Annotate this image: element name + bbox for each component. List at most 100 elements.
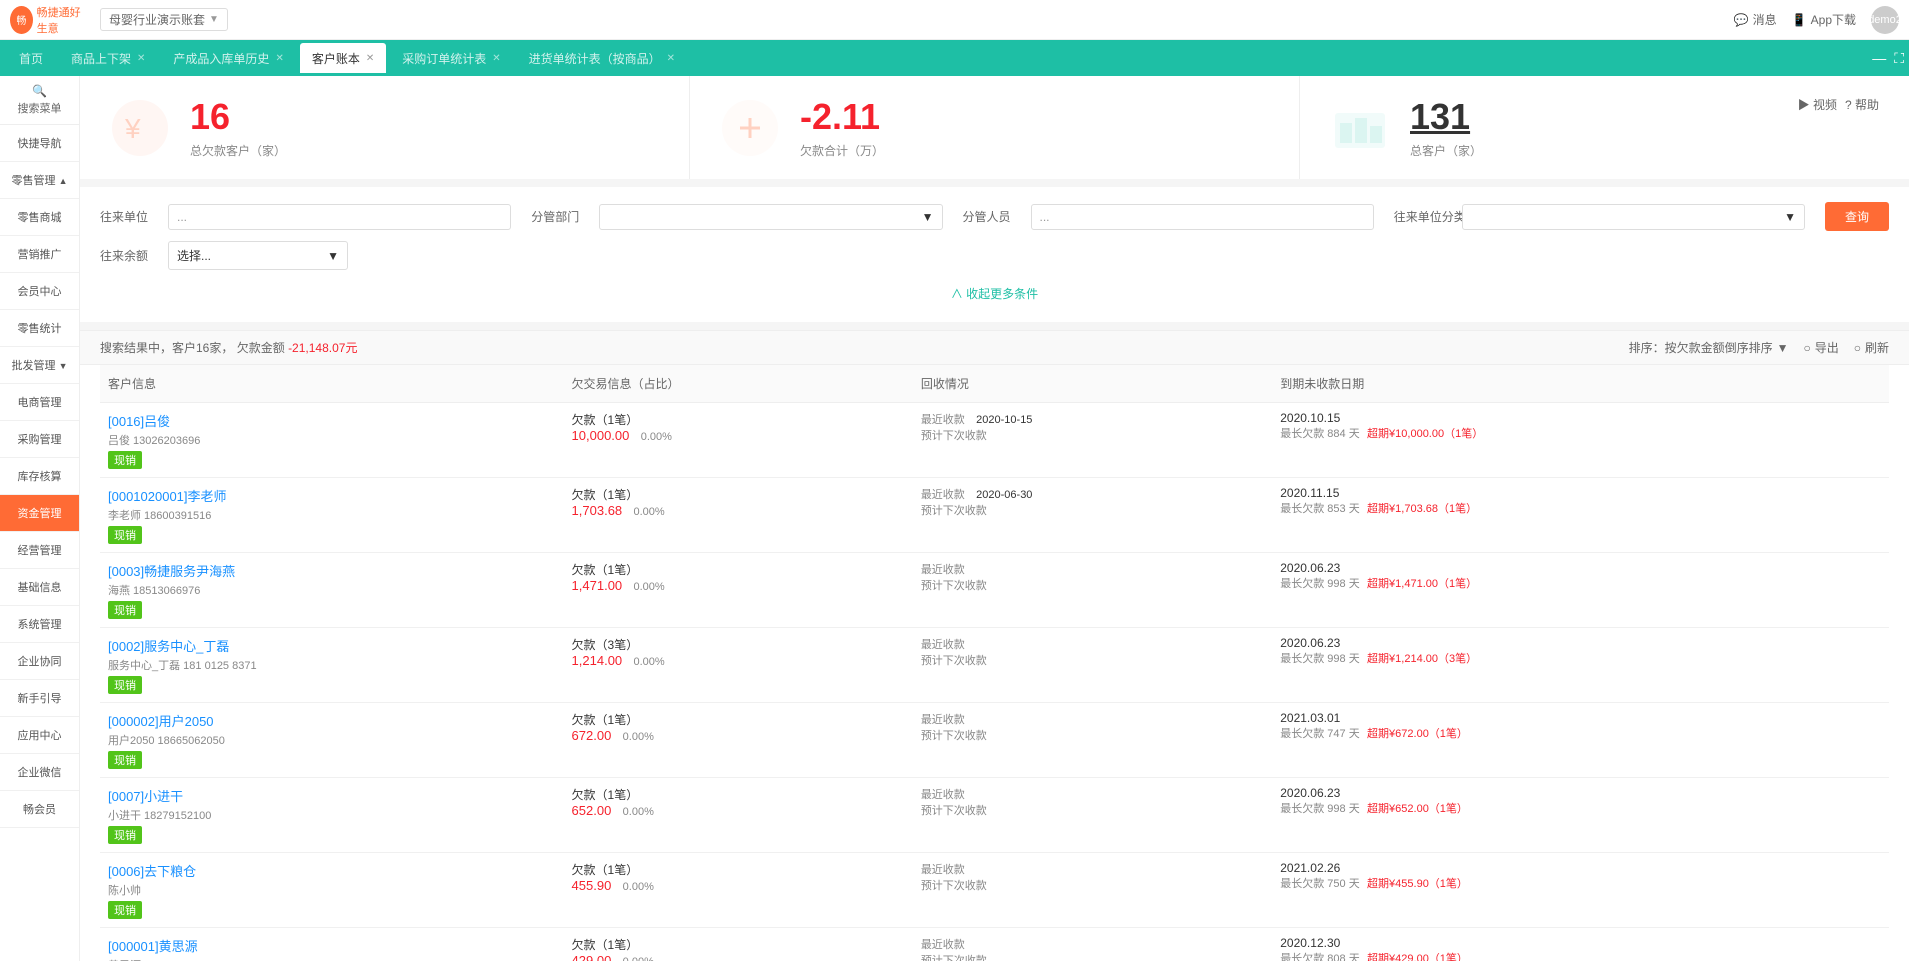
customer-name-6[interactable]: [0006]去下粮仓 xyxy=(108,861,556,880)
cell-debt-2: 欠款（1笔） 1,471.00 0.00% xyxy=(564,553,913,628)
customer-tag-2: 现销 xyxy=(108,601,142,619)
sidebar-item-enterprise-wechat[interactable]: 企业微信 xyxy=(0,754,79,791)
cell-collection-3: 最近收款 预计下次收款 xyxy=(913,628,1272,703)
debt-count-7: 欠款（1笔） xyxy=(572,936,905,953)
customer-name-5[interactable]: [0007]小进干 xyxy=(108,786,556,805)
message-icon: 💬 xyxy=(1734,13,1749,27)
sidebar-item-system-mgmt[interactable]: 系统管理 xyxy=(0,606,79,643)
help-icon: ? xyxy=(1845,98,1852,112)
sidebar-item-retail-mgmt[interactable]: 零售管理 ▲ xyxy=(0,162,79,199)
cell-collection-5: 最近收款 预计下次收款 xyxy=(913,778,1272,853)
customer-name-3[interactable]: [0002]服务中心_丁磊 xyxy=(108,636,556,655)
cell-customer-0: [0016]吕俊 吕俊 13026203696 现销 xyxy=(100,403,564,478)
overdue-amount-2[interactable]: 超期¥1,471.00（1笔） xyxy=(1367,578,1477,590)
source-unit-input[interactable]: ... xyxy=(168,204,511,230)
customer-name-4[interactable]: [000002]用户2050 xyxy=(108,711,556,730)
customer-name-1[interactable]: [0001020001]李老师 xyxy=(108,486,556,505)
tab-customer-ledger[interactable]: 客户账本 ✕ xyxy=(300,43,386,73)
dept-input[interactable]: ▼ xyxy=(599,204,942,230)
user-avatar-btn[interactable]: demo2 xyxy=(1871,6,1899,34)
tab-maximize-btn[interactable]: ⛶ xyxy=(1894,50,1904,67)
tab-minimize-btn[interactable]: — xyxy=(1872,50,1886,67)
tab-purchase-summary[interactable]: 采购订单统计表 ✕ xyxy=(390,43,512,73)
debt-count-4: 欠款（1笔） xyxy=(572,711,905,728)
next-collection-0: 预计下次收款 xyxy=(921,427,1264,443)
tab-purchase-stats-close[interactable]: ✕ xyxy=(667,53,675,64)
cell-due-date-7: 2020.12.30 最长欠款 808 天 超期¥429.00（1笔） xyxy=(1272,928,1889,961)
top-bar: 畅 畅捷通好生意 母婴行业演示账套 ▼ 💬 消息 📱 App下载 demo2 xyxy=(0,0,1909,40)
view-btn[interactable]: ▶ 视频 xyxy=(1798,96,1837,113)
data-table: 客户信息 欠交易信息（占比） 回收情况 到期未收款日期 [0016]吕俊 吕俊 … xyxy=(100,365,1889,961)
sidebar-item-inventory[interactable]: 库存核算 xyxy=(0,458,79,495)
sort-selector[interactable]: 排序：按欠款金额倒序排序 ▼ xyxy=(1629,339,1789,356)
sidebar-item-wholesale-mgmt-label: 批发管理 xyxy=(12,360,56,372)
sidebar-item-retail-stats[interactable]: 零售统计 xyxy=(0,310,79,347)
tab-product-listing-close[interactable]: ✕ xyxy=(137,53,145,64)
sidebar-item-quick-nav[interactable]: 快捷导航 xyxy=(0,125,79,162)
overdue-amount-6[interactable]: 超期¥455.90（1笔） xyxy=(1367,878,1468,890)
filter-collapse-label: 收起更多条件 xyxy=(966,287,1038,301)
col-header-customer: 客户信息 xyxy=(100,365,564,403)
filter-collapse-btn[interactable]: ∧ 收起更多条件 xyxy=(100,280,1889,307)
cell-customer-1: [0001020001]李老师 李老师 18600391516 现销 xyxy=(100,478,564,553)
sidebar-item-ecommerce[interactable]: 电商管理 xyxy=(0,384,79,421)
sidebar-item-purchase[interactable]: 采购管理 xyxy=(0,421,79,458)
export-btn[interactable]: ○ 导出 xyxy=(1803,339,1838,356)
overdue-days-6: 最长欠款 750 天 超期¥455.90（1笔） xyxy=(1280,875,1881,891)
next-collection-3: 预计下次收款 xyxy=(921,652,1264,668)
tab-customer-ledger-close[interactable]: ✕ xyxy=(366,53,374,64)
overdue-amount-3[interactable]: 超期¥1,214.00（3笔） xyxy=(1367,653,1477,665)
sidebar-item-operations[interactable]: 经营管理 xyxy=(0,532,79,569)
overdue-amount-1[interactable]: 超期¥1,703.68（1笔） xyxy=(1367,503,1477,515)
tab-product-listing[interactable]: 商品上下架 ✕ xyxy=(59,43,157,73)
balance-label: 往来余额 xyxy=(100,247,160,264)
cell-debt-4: 欠款（1笔） 672.00 0.00% xyxy=(564,703,913,778)
unit-category-input[interactable]: ▼ xyxy=(1462,204,1805,230)
person-input[interactable]: ... xyxy=(1031,204,1374,230)
cell-customer-3: [0002]服务中心_丁磊 服务中心_丁磊 181 0125 8371 现销 xyxy=(100,628,564,703)
help-btn[interactable]: ? 帮助 xyxy=(1845,96,1879,113)
sidebar-item-wholesale-mgmt[interactable]: 批发管理 ▼ xyxy=(0,347,79,384)
cell-collection-7: 最近收款 预计下次收款 xyxy=(913,928,1272,961)
sidebar-item-marketing[interactable]: 营销推广 xyxy=(0,236,79,273)
balance-select[interactable]: 选择... ▼ xyxy=(168,241,348,270)
customer-name-2[interactable]: [0003]畅捷服务尹海燕 xyxy=(108,561,556,580)
tab-home[interactable]: 首页 xyxy=(7,43,55,73)
cell-due-date-3: 2020.06.23 最长欠款 998 天 超期¥1,214.00（3笔） xyxy=(1272,628,1889,703)
sidebar-item-retail-mall-label: 零售商城 xyxy=(18,212,62,224)
customer-name-0[interactable]: [0016]吕俊 xyxy=(108,411,556,430)
sidebar-item-ecommerce-label: 电商管理 xyxy=(18,397,62,409)
app-download-btn[interactable]: 📱 App下载 xyxy=(1792,11,1856,28)
tab-production-history[interactable]: 产成品入库单历史 ✕ xyxy=(161,43,295,73)
chevron-up-icon: ∧ xyxy=(951,287,963,301)
sidebar-item-basic-info[interactable]: 基础信息 xyxy=(0,569,79,606)
svg-text:¥: ¥ xyxy=(124,113,141,144)
overdue-amount-7[interactable]: 超期¥429.00（1笔） xyxy=(1367,953,1468,961)
tab-production-history-close[interactable]: ✕ xyxy=(275,53,283,64)
sidebar-search-btn[interactable]: 🔍 搜索菜单 xyxy=(0,76,79,125)
filter-source-unit: 往来单位 ... xyxy=(100,204,511,230)
overdue-amount-5[interactable]: 超期¥652.00（1笔） xyxy=(1367,803,1468,815)
sort-label: 排序：按欠款金额倒序排序 xyxy=(1629,339,1773,356)
sidebar-item-enterprise-collab[interactable]: 企业协同 xyxy=(0,643,79,680)
sidebar-item-chang-member[interactable]: 畅会员 xyxy=(0,791,79,828)
tab-purchase-stats[interactable]: 进货单统计表（按商品） ✕ xyxy=(517,43,687,73)
export-label: 导出 xyxy=(1815,339,1839,356)
refresh-btn[interactable]: ○ 刷新 xyxy=(1854,339,1889,356)
debt-count-5: 欠款（1笔） xyxy=(572,786,905,803)
cell-customer-2: [0003]畅捷服务尹海燕 海燕 18513066976 现销 xyxy=(100,553,564,628)
sidebar-item-beginner-guide[interactable]: 新手引导 xyxy=(0,680,79,717)
sidebar-item-app-center[interactable]: 应用中心 xyxy=(0,717,79,754)
sidebar-item-member-center[interactable]: 会员中心 xyxy=(0,273,79,310)
cell-due-date-4: 2021.03.01 最长欠款 747 天 超期¥672.00（1笔） xyxy=(1272,703,1889,778)
customer-name-7[interactable]: [000001]黄思源 xyxy=(108,936,556,955)
message-btn[interactable]: 💬 消息 xyxy=(1734,11,1777,28)
next-collection-2: 预计下次收款 xyxy=(921,577,1264,593)
store-selector[interactable]: 母婴行业演示账套 ▼ xyxy=(100,8,228,31)
tab-purchase-summary-close[interactable]: ✕ xyxy=(492,53,500,64)
overdue-amount-0[interactable]: 超期¥10,000.00（1笔） xyxy=(1367,428,1483,440)
query-btn[interactable]: 查询 xyxy=(1825,202,1889,231)
overdue-amount-4[interactable]: 超期¥672.00（1笔） xyxy=(1367,728,1468,740)
sidebar-item-capital-mgmt[interactable]: 资金管理 xyxy=(0,495,79,532)
sidebar-item-retail-mall[interactable]: 零售商城 xyxy=(0,199,79,236)
